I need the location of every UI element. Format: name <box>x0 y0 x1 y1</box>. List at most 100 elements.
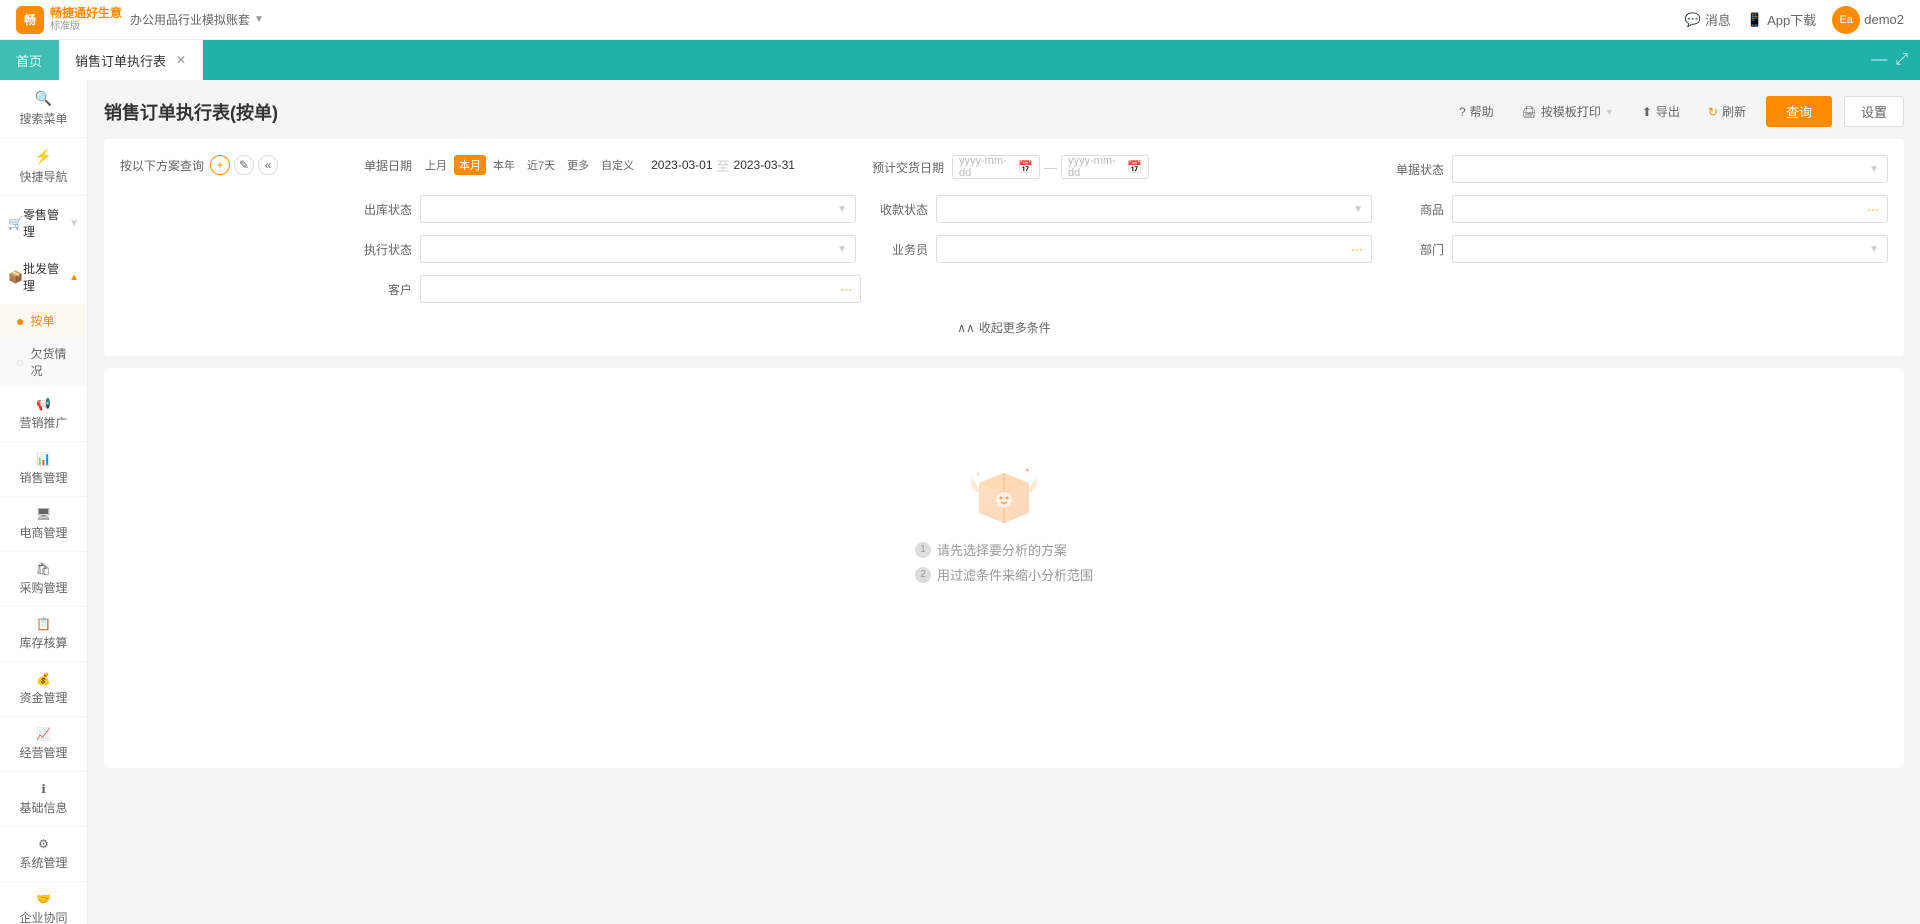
tab-maximize-icon[interactable]: ⤢ <box>1895 51 1908 69</box>
sidebar-item-purchase[interactable]: 🛍 采购管理 <box>0 552 87 607</box>
filter-field-exec: 执行状态 ▼ <box>356 235 856 263</box>
product-more-icon[interactable]: ··· <box>1867 202 1879 216</box>
sidebar-search[interactable]: 🔍 搜索菜单 <box>0 80 87 138</box>
print-icon: 🖨 <box>1522 105 1537 119</box>
collapse-button[interactable]: ∧∧ 收起更多条件 <box>120 315 1888 340</box>
empty-hint-1-text: 请先选择要分析的方案 <box>937 540 1067 559</box>
basic-label: 基础信息 <box>19 799 67 816</box>
customer-input[interactable]: ··· <box>420 275 861 303</box>
refresh-button[interactable]: ↻ 刷新 <box>1700 99 1754 124</box>
salesman-more-icon[interactable]: ··· <box>1351 242 1363 256</box>
sidebar-sub-item-debt[interactable]: ○ 欠货情况 <box>0 337 87 387</box>
app-download-icon: 📱 <box>1747 12 1763 28</box>
predicted-date-start-input[interactable]: yyyy-mm-dd 📅 <box>952 155 1040 179</box>
enterprise-label: 企业协同 <box>19 909 67 924</box>
sidebar-item-operation[interactable]: 📈 经营管理 <box>0 717 87 772</box>
predicted-date-sep: — <box>1044 160 1057 175</box>
scheme-add-button[interactable]: + <box>210 155 230 175</box>
filter-field-salesman: 业务员 ··· <box>872 235 1372 263</box>
main-content: 销售订单执行表(按单) ? 帮助 🖨 按模板打印 ▼ ⬆ 导出 ↻ 刷新 <box>88 80 1920 924</box>
help-button[interactable]: ? 帮助 <box>1451 99 1502 124</box>
status-dropdown[interactable]: ▼ <box>1452 155 1888 183</box>
customer-more-icon[interactable]: ··· <box>840 282 852 296</box>
predicted-date-label: 预计交货日期 <box>872 159 944 176</box>
date-btn-this-year[interactable]: 本年 <box>488 155 520 175</box>
print-dropdown-icon: ▼ <box>1605 107 1614 117</box>
scheme-label: 按以下方案查询 <box>120 157 204 174</box>
sidebar-sub-item-presale[interactable]: ● 按单 <box>0 304 87 337</box>
message-icon: 💬 <box>1685 12 1701 28</box>
sidebar-item-basic[interactable]: ℹ 基础信息 <box>0 772 87 827</box>
ecommerce-label: 电商管理 <box>19 524 67 541</box>
logo-area: 畅 畅捷通好生意 标准版 <box>16 6 122 34</box>
collapse-label: 收起更多条件 <box>979 319 1051 336</box>
sidebar-item-finance[interactable]: 💰 资金管理 <box>0 662 87 717</box>
filter-panel: 按以下方案查询 + ✎ « 单据日期 上月 本月 本年 <box>104 139 1904 356</box>
avatar: Ea <box>1832 6 1860 34</box>
wholesale-icon: 📦 <box>8 270 23 284</box>
query-button[interactable]: 查询 <box>1766 96 1832 127</box>
tab-close-icon[interactable]: ✕ <box>176 53 186 67</box>
tab-home[interactable]: 首页 <box>0 40 59 80</box>
sidebar-item-wholesale[interactable]: 📦 批发管理 ▲ <box>0 250 87 304</box>
settings-button[interactable]: 设置 <box>1844 96 1904 127</box>
logo-title: 畅捷通好生意 <box>50 6 122 20</box>
empty-hints: 1 请先选择要分析的方案 2 用过滤条件来缩小分析范围 <box>915 540 1093 584</box>
sidebar-item-enterprise[interactable]: 🤝 企业协同 <box>0 882 87 924</box>
salesman-input[interactable]: ··· <box>936 235 1372 263</box>
date-btn-this-month[interactable]: 本月 <box>454 155 486 175</box>
sidebar-sub-wholesale: ● 按单 ○ 欠货情况 <box>0 304 87 387</box>
product-input[interactable]: ··· <box>1452 195 1888 223</box>
filter-row-2: 出库状态 ▼ 收款状态 ▼ 商品 <box>120 195 1888 223</box>
predicted-date-end-placeholder: yyyy-mm-dd <box>1068 155 1127 179</box>
debt-label: 欠货情况 <box>30 345 71 379</box>
tab-bar-right: — ⤢ <box>1859 40 1920 80</box>
date-btn-custom[interactable]: 自定义 <box>596 155 639 175</box>
scheme-selector: 按以下方案查询 + ✎ « <box>120 155 340 175</box>
app-download-action[interactable]: 📱 App下载 <box>1747 10 1816 29</box>
date-btn-last-month[interactable]: 上月 <box>420 155 452 175</box>
filter-field-dept: 部门 ▼ <box>1388 235 1888 263</box>
predicted-date-end-input[interactable]: yyyy-mm-dd 📅 <box>1061 155 1149 179</box>
app-download-label: App下载 <box>1767 10 1816 29</box>
dept-dropdown[interactable]: ▼ <box>1452 235 1888 263</box>
breadcrumb-dropdown-icon[interactable]: ▼ <box>254 14 264 25</box>
sidebar: 🔍 搜索菜单 ⚡ 快捷导航 🛒 零售管理 ▼ 📦 批发管理 ▲ ● 按单 ○ 欠… <box>0 80 88 924</box>
date-btn-7days[interactable]: 近7天 <box>522 155 560 175</box>
date-range-end: 2023-03-31 <box>734 158 795 172</box>
ecommerce-icon: 🖥 <box>36 507 51 521</box>
sidebar-item-ecommerce[interactable]: 🖥 电商管理 <box>0 497 87 552</box>
date-btn-more[interactable]: 更多 <box>562 155 594 175</box>
sidebar-item-system[interactable]: ⚙ 系统管理 <box>0 827 87 882</box>
scheme-collapse-button[interactable]: « <box>258 155 278 175</box>
wholesale-chevron-icon: ▲ <box>69 272 79 283</box>
payment-label: 收款状态 <box>872 201 928 218</box>
finance-icon: 💰 <box>36 672 51 686</box>
sidebar-item-inventory[interactable]: 📋 库存核算 <box>0 607 87 662</box>
date-quick-btns: 上月 本月 本年 近7天 更多 自定义 <box>420 155 639 175</box>
exec-dropdown[interactable]: ▼ <box>420 235 856 263</box>
user-area[interactable]: Ea demo2 <box>1832 6 1904 34</box>
system-icon: ⚙ <box>38 837 49 851</box>
hint-num-2: 2 <box>915 567 931 583</box>
page-title-bar: 销售订单执行表(按单) ? 帮助 🖨 按模板打印 ▼ ⬆ 导出 ↻ 刷新 <box>104 96 1904 127</box>
message-action[interactable]: 💬 消息 <box>1685 10 1731 29</box>
dept-label: 部门 <box>1388 241 1444 258</box>
tab-minimize-icon[interactable]: — <box>1871 51 1887 69</box>
status-label: 单据状态 <box>1388 161 1444 178</box>
sidebar-item-sales[interactable]: 📊 销售管理 <box>0 442 87 497</box>
scheme-edit-button[interactable]: ✎ <box>234 155 254 175</box>
sidebar-item-marketing[interactable]: 📢 营销推广 <box>0 387 87 442</box>
export-button[interactable]: ⬆ 导出 <box>1634 99 1688 124</box>
outbound-dropdown[interactable]: ▼ <box>420 195 856 223</box>
tab-sales-order[interactable]: 销售订单执行表 ✕ <box>59 40 203 80</box>
sidebar-item-retail[interactable]: 🛒 零售管理 ▼ <box>0 196 87 250</box>
sidebar-quick-nav[interactable]: ⚡ 快捷导航 <box>0 138 87 196</box>
header-right: 💬 消息 📱 App下载 Ea demo2 <box>1685 6 1904 34</box>
print-button[interactable]: 🖨 按模板打印 ▼ <box>1514 99 1622 124</box>
filter-field-outbound: 出库状态 ▼ <box>356 195 856 223</box>
inventory-label: 库存核算 <box>19 634 67 651</box>
message-label: 消息 <box>1705 10 1731 29</box>
payment-dropdown[interactable]: ▼ <box>936 195 1372 223</box>
empty-hint-2: 2 用过滤条件来缩小分析范围 <box>915 565 1093 584</box>
